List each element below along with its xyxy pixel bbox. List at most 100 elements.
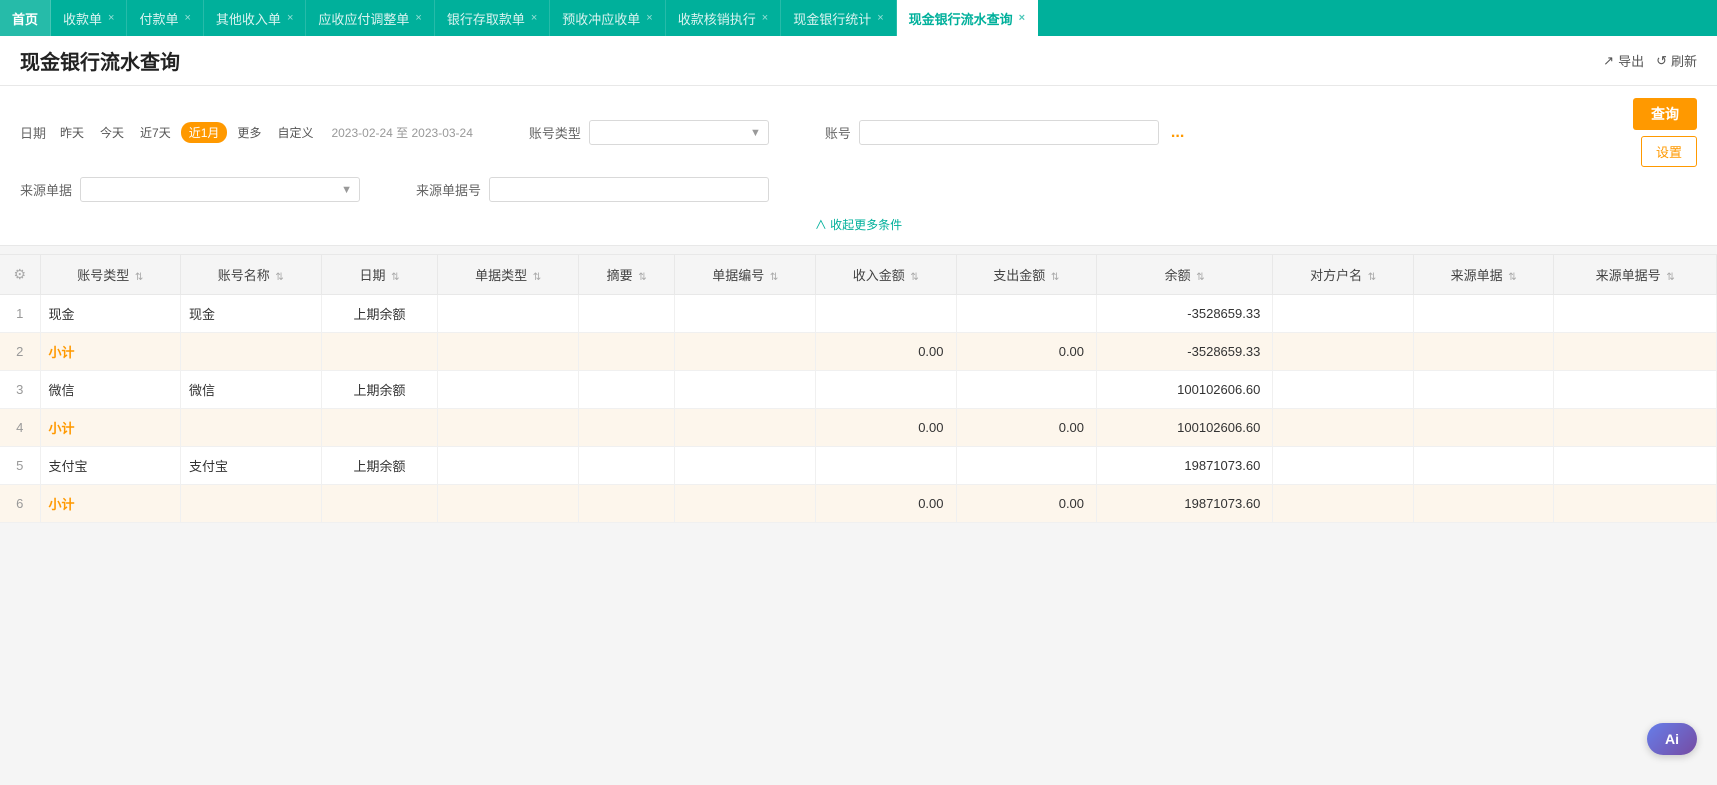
th-settings: ⚙ — [0, 255, 40, 295]
date-btn-7days[interactable]: 近7天 — [134, 122, 177, 143]
sort-icon[interactable]: ⇅ — [533, 272, 541, 283]
table-cell: 4 — [0, 409, 40, 447]
nav-tab-yinhang[interactable]: 银行存取款单 × — [435, 0, 550, 36]
table-cell: 现金 — [181, 295, 322, 333]
source-doc-select[interactable] — [80, 177, 360, 202]
source-doc-label: 来源单据 — [20, 180, 72, 199]
close-icon[interactable]: × — [184, 12, 190, 24]
nav-home[interactable]: 首页 — [0, 0, 51, 36]
table-cell — [578, 371, 675, 409]
table-cell — [321, 409, 438, 447]
table-cell: 微信 — [181, 371, 322, 409]
table-cell: 2 — [0, 333, 40, 371]
nav-tab-liushui[interactable]: 现金银行流水查询 × — [897, 0, 1038, 36]
table-cell — [438, 485, 579, 523]
filter-actions: 查询 — [1633, 98, 1697, 130]
sort-icon[interactable]: ⇅ — [1666, 272, 1674, 283]
date-btn-1month[interactable]: 近1月 — [181, 122, 228, 143]
th-summary: 摘要 ⇅ — [578, 255, 675, 295]
source-doc-filter-group: 来源单据 ▼ — [20, 177, 360, 202]
table-cell — [1413, 409, 1554, 447]
table-cell — [1413, 371, 1554, 409]
table-row[interactable]: 2小计0.000.00-3528659.33 — [0, 333, 1717, 371]
date-btn-more[interactable]: 更多 — [231, 122, 267, 143]
date-label: 日期 — [20, 123, 46, 142]
sort-icon[interactable]: ⇅ — [638, 272, 646, 283]
table-cell — [675, 409, 816, 447]
close-icon[interactable]: × — [531, 12, 537, 24]
ai-assistant-button[interactable]: Ai — [1647, 723, 1697, 755]
table-cell — [1273, 485, 1414, 523]
account-type-label: 账号类型 — [529, 123, 581, 142]
filter-area: 日期 昨天 今天 近7天 近1月 更多 自定义 2023-02-24 至 202… — [0, 86, 1717, 246]
refresh-button[interactable]: ↺ 刷新 — [1656, 51, 1697, 70]
account-input[interactable] — [859, 120, 1159, 145]
table-cell: 上期余额 — [321, 295, 438, 333]
close-icon[interactable]: × — [762, 12, 768, 24]
sort-icon[interactable]: ⇅ — [1508, 272, 1516, 283]
date-btn-custom[interactable]: 自定义 — [271, 122, 319, 143]
table-cell — [1554, 409, 1717, 447]
nav-tab-yingshou[interactable]: 应收应付调整单 × — [306, 0, 434, 36]
close-icon[interactable]: × — [108, 12, 114, 24]
sort-icon[interactable]: ⇅ — [275, 272, 283, 283]
table-row[interactable]: 4小计0.000.00100102606.60 — [0, 409, 1717, 447]
th-doc-type: 单据类型 ⇅ — [438, 255, 579, 295]
nav-tab-fukuan[interactable]: 付款单 × — [127, 0, 203, 36]
table-row[interactable]: 3微信微信上期余额100102606.60 — [0, 371, 1717, 409]
sort-icon[interactable]: ⇅ — [770, 272, 778, 283]
table-cell — [815, 295, 956, 333]
table-cell — [1413, 447, 1554, 485]
table-cell: 小计 — [40, 409, 181, 447]
table-cell — [1554, 295, 1717, 333]
sort-icon[interactable]: ⇅ — [1051, 272, 1059, 283]
table-header-row: ⚙ 账号类型 ⇅ 账号名称 ⇅ 日期 ⇅ 单据类型 ⇅ — [0, 255, 1717, 295]
table-cell — [1273, 333, 1414, 371]
account-ellipsis-button[interactable]: ... — [1167, 124, 1188, 142]
date-btn-yesterday[interactable]: 昨天 — [54, 122, 90, 143]
table-cell — [1554, 447, 1717, 485]
table-cell — [321, 333, 438, 371]
table-cell — [1273, 371, 1414, 409]
close-icon[interactable]: × — [415, 12, 421, 24]
source-doc-no-input[interactable] — [489, 177, 769, 202]
collapse-bar[interactable]: ∧ 收起更多条件 — [20, 212, 1697, 237]
close-icon[interactable]: × — [646, 12, 652, 24]
account-type-select[interactable] — [589, 120, 769, 145]
sort-icon[interactable]: ⇅ — [391, 272, 399, 283]
date-btn-today[interactable]: 今天 — [94, 122, 130, 143]
export-button[interactable]: ↗ 导出 — [1603, 51, 1644, 70]
close-icon[interactable]: × — [877, 12, 883, 24]
date-shortcuts: 昨天 今天 近7天 近1月 更多 自定义 — [54, 122, 319, 143]
query-button[interactable]: 查询 — [1633, 98, 1697, 130]
table-row[interactable]: 5支付宝支付宝上期余额19871073.60 — [0, 447, 1717, 485]
th-source-doc: 来源单据 ⇅ — [1413, 255, 1554, 295]
sort-icon[interactable]: ⇅ — [135, 272, 143, 283]
table-cell — [1554, 333, 1717, 371]
nav-tab-yushou[interactable]: 预收冲应收单 × — [550, 0, 665, 36]
nav-tab-tongji[interactable]: 现金银行统计 × — [781, 0, 896, 36]
table-cell: 1 — [0, 295, 40, 333]
nav-tab-qita[interactable]: 其他收入单 × — [204, 0, 306, 36]
close-icon[interactable]: × — [1019, 12, 1025, 24]
sort-icon[interactable]: ⇅ — [1368, 272, 1376, 283]
close-icon[interactable]: × — [287, 12, 293, 24]
nav-tab-shoukuan[interactable]: 收款单 × — [51, 0, 127, 36]
th-balance: 余额 ⇅ — [1097, 255, 1273, 295]
table-cell — [1273, 295, 1414, 333]
sort-icon[interactable]: ⇅ — [910, 272, 918, 283]
table-row[interactable]: 1现金现金上期余额-3528659.33 — [0, 295, 1717, 333]
collapse-up-icon: ∧ — [815, 218, 827, 232]
table-cell — [675, 371, 816, 409]
table-row[interactable]: 6小计0.000.0019871073.60 — [0, 485, 1717, 523]
table-cell — [181, 409, 322, 447]
table-cell — [675, 333, 816, 371]
nav-tab-hexiao[interactable]: 收款核销执行 × — [666, 0, 781, 36]
table-cell: 支付宝 — [40, 447, 181, 485]
column-settings-icon[interactable]: ⚙ — [13, 266, 26, 282]
header-actions: ↗ 导出 ↺ 刷新 — [1603, 51, 1697, 70]
settings-button[interactable]: 设置 — [1641, 136, 1697, 167]
table-cell: -3528659.33 — [1097, 333, 1273, 371]
sort-icon[interactable]: ⇅ — [1196, 272, 1204, 283]
th-date: 日期 ⇅ — [321, 255, 438, 295]
